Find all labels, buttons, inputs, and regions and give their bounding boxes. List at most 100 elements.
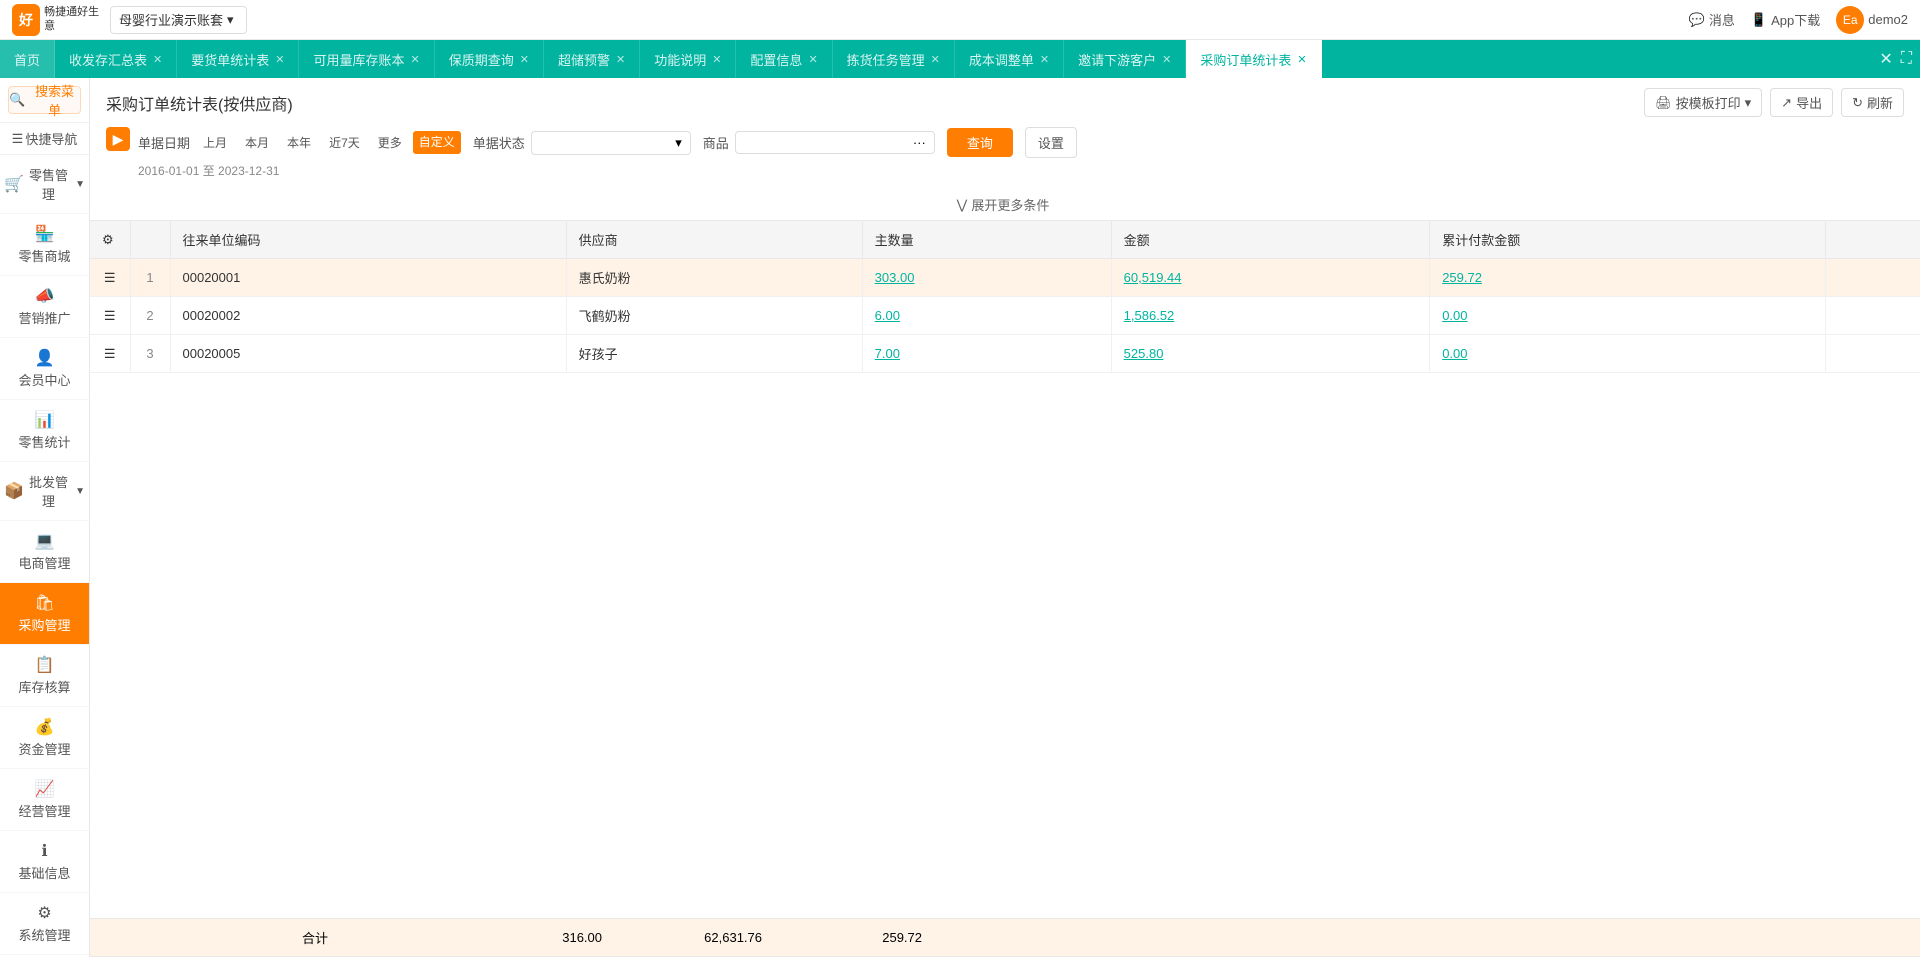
search-menu-label: 搜索菜单 bbox=[29, 81, 80, 119]
tab-actions: ✕ ⛶ bbox=[1871, 49, 1920, 69]
row-settings[interactable]: ☰ bbox=[90, 297, 130, 335]
tab-close-icon[interactable]: ✕ bbox=[411, 53, 420, 66]
sidebar-item-finance[interactable]: 💰 资金管理 bbox=[0, 707, 89, 769]
tab-close-icon[interactable]: ✕ bbox=[153, 53, 162, 66]
row-index: 3 bbox=[130, 335, 170, 373]
table-row: ☰ 3 00020005 好孩子 7.00 525.80 0.00 bbox=[90, 335, 1920, 373]
user-area[interactable]: Ea demo2 bbox=[1836, 6, 1908, 34]
status-select[interactable]: ▾ bbox=[531, 131, 691, 155]
template-print-btn[interactable]: 🖨 按模板打印 ▾ bbox=[1644, 88, 1762, 117]
tab-feature-desc[interactable]: 功能说明 ✕ bbox=[640, 40, 736, 78]
date-filter-label: 单据日期 bbox=[138, 133, 190, 152]
inventory-icon: 📋 bbox=[35, 655, 55, 675]
settings-btn[interactable]: 设置 bbox=[1025, 127, 1077, 158]
sidebar-item-system[interactable]: ⚙ 系统管理 bbox=[0, 893, 89, 955]
sidebar-item-wholesale[interactable]: 📦 批发管理 ▼ bbox=[0, 462, 89, 521]
paid-amount-cell[interactable]: 0.00 bbox=[1430, 335, 1826, 373]
quantity-cell[interactable]: 6.00 bbox=[862, 297, 1111, 335]
tab-close-icon[interactable]: ✕ bbox=[616, 53, 625, 66]
sidebar-item-label: 批发管理 bbox=[26, 472, 71, 510]
expand-more-btn[interactable]: ⋁ 展开更多条件 bbox=[106, 189, 1904, 220]
sidebar-item-marketing[interactable]: 📣 营销推广 bbox=[0, 276, 89, 338]
tab-order-stats[interactable]: 要货单统计表 ✕ bbox=[177, 40, 299, 78]
custom-date-badge[interactable]: 自定义 bbox=[413, 131, 461, 154]
refresh-btn[interactable]: ↻ 刷新 bbox=[1841, 88, 1904, 117]
tab-label: 成本调整单 bbox=[969, 50, 1034, 69]
last-7-days-btn[interactable]: 近7天 bbox=[322, 131, 367, 154]
tab-close-icon[interactable]: ✕ bbox=[520, 53, 529, 66]
amount-cell[interactable]: 525.80 bbox=[1111, 335, 1430, 373]
tab-cost-adjust[interactable]: 成本调整单 ✕ bbox=[955, 40, 1064, 78]
toggle-filter-btn[interactable]: ▶ bbox=[106, 127, 130, 151]
logo-icon: 好 bbox=[12, 4, 40, 36]
tab-close-icon[interactable]: ✕ bbox=[1162, 53, 1171, 66]
workspace-selector[interactable]: 母婴行业演示账套 ▾ bbox=[110, 6, 247, 34]
supplier-name-cell: 好孩子 bbox=[566, 335, 862, 373]
sidebar-item-retail-stats[interactable]: 📊 零售统计 bbox=[0, 400, 89, 462]
message-icon: 💬 bbox=[1689, 12, 1705, 28]
tab-close-icon[interactable]: ✕ bbox=[808, 53, 817, 66]
paid-amount-cell[interactable]: 0.00 bbox=[1430, 297, 1826, 335]
settings-col-header[interactable]: ⚙ bbox=[90, 221, 130, 259]
sidebar-item-label: 基础信息 bbox=[18, 863, 70, 882]
tab-home[interactable]: 首页 bbox=[0, 40, 55, 78]
tab-overstock[interactable]: 超储预警 ✕ bbox=[544, 40, 640, 78]
supplier-code-cell: 00020005 bbox=[170, 335, 566, 373]
close-tab-btn[interactable]: ✕ bbox=[1879, 49, 1892, 69]
tab-close-icon[interactable]: ✕ bbox=[931, 53, 940, 66]
tab-purchase-order-stats[interactable]: 采购订单统计表 ✕ bbox=[1186, 40, 1321, 78]
tab-label: 功能说明 bbox=[654, 50, 706, 69]
finance-icon: 💰 bbox=[35, 717, 55, 737]
last-month-btn[interactable]: 上月 bbox=[196, 131, 234, 154]
tab-pick-task[interactable]: 拣货任务管理 ✕ bbox=[833, 40, 955, 78]
message-btn[interactable]: 💬 消息 bbox=[1689, 10, 1735, 29]
sidebar-item-ecommerce[interactable]: 💻 电商管理 bbox=[0, 521, 89, 583]
sidebar-item-retail-mall[interactable]: 🏪 零售商城 bbox=[0, 214, 89, 276]
more-dates-btn[interactable]: 更多 bbox=[371, 131, 409, 154]
sidebar-item-retail[interactable]: 🛒 零售管理 ▼ bbox=[0, 155, 89, 214]
sidebar-item-label: 零售管理 bbox=[26, 165, 71, 203]
tab-close-icon[interactable]: ✕ bbox=[275, 53, 284, 66]
export-btn[interactable]: ↗ 导出 bbox=[1770, 88, 1833, 117]
tab-inventory-summary[interactable]: 收发存汇总表 ✕ bbox=[55, 40, 177, 78]
tab-label: 配置信息 bbox=[750, 50, 802, 69]
tab-available-inventory[interactable]: 可用量库存账本 ✕ bbox=[299, 40, 434, 78]
sidebar-item-operations[interactable]: 📈 经营管理 bbox=[0, 769, 89, 831]
tab-close-icon[interactable]: ✕ bbox=[1040, 53, 1049, 66]
sidebar-search-area: 🔍 搜索菜单 bbox=[0, 78, 89, 123]
goods-filter-label: 商品 bbox=[703, 133, 729, 152]
tab-close-icon[interactable]: ✕ bbox=[712, 53, 721, 66]
app-download-btn[interactable]: 📱 App下载 bbox=[1751, 10, 1820, 29]
sidebar-item-member[interactable]: 👤 会员中心 bbox=[0, 338, 89, 400]
paid-amount-cell[interactable]: 259.72 bbox=[1430, 259, 1826, 297]
amount-cell[interactable]: 60,519.44 bbox=[1111, 259, 1430, 297]
quick-nav-btn[interactable]: ☰ 快捷导航 bbox=[0, 123, 89, 155]
extra-cell bbox=[1826, 259, 1920, 297]
row-settings[interactable]: ☰ bbox=[90, 259, 130, 297]
sidebar-item-purchase[interactable]: 🛍 采购管理 bbox=[0, 583, 89, 645]
tab-close-icon[interactable]: ✕ bbox=[1297, 53, 1306, 66]
this-month-btn[interactable]: 本月 bbox=[238, 131, 276, 154]
sidebar-item-label: 经营管理 bbox=[18, 801, 70, 820]
message-label: 消息 bbox=[1709, 10, 1735, 29]
goods-input[interactable]: ··· bbox=[735, 131, 935, 154]
query-btn[interactable]: 查询 bbox=[947, 128, 1013, 157]
main-layout: 🔍 搜索菜单 ☰ 快捷导航 🛒 零售管理 ▼ 🏪 零售商城 📣 营销推广 👤 会… bbox=[0, 78, 1920, 957]
quantity-cell[interactable]: 7.00 bbox=[862, 335, 1111, 373]
sidebar-item-inventory[interactable]: 📋 库存核算 bbox=[0, 645, 89, 707]
search-menu-btn[interactable]: 🔍 搜索菜单 bbox=[8, 86, 81, 114]
this-year-btn[interactable]: 本年 bbox=[280, 131, 318, 154]
tab-config[interactable]: 配置信息 ✕ bbox=[736, 40, 832, 78]
tab-label: 要货单统计表 bbox=[191, 50, 269, 69]
quantity-cell[interactable]: 303.00 bbox=[862, 259, 1111, 297]
tab-invite-customer[interactable]: 邀请下游客户 ✕ bbox=[1064, 40, 1186, 78]
logo-area: 好 畅捷通好生意 bbox=[12, 4, 102, 36]
sidebar-item-basic-info[interactable]: ℹ 基础信息 bbox=[0, 831, 89, 893]
extra-cell bbox=[1826, 297, 1920, 335]
member-icon: 👤 bbox=[35, 348, 55, 368]
amount-cell[interactable]: 1,586.52 bbox=[1111, 297, 1430, 335]
tab-shelf-life[interactable]: 保质期查询 ✕ bbox=[435, 40, 544, 78]
row-settings[interactable]: ☰ bbox=[90, 335, 130, 373]
maximize-tab-btn[interactable]: ⛶ bbox=[1901, 50, 1912, 68]
refresh-label: 刷新 bbox=[1867, 93, 1893, 112]
